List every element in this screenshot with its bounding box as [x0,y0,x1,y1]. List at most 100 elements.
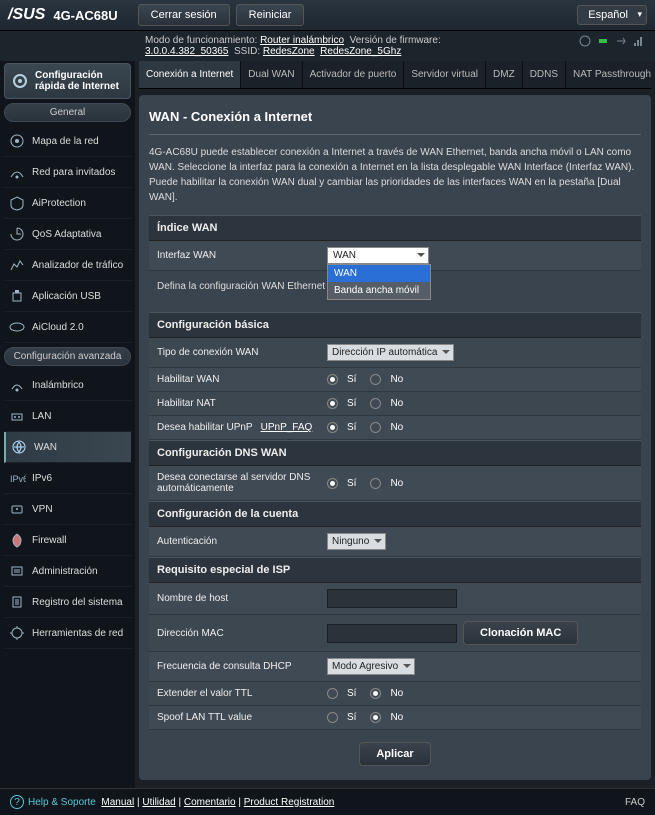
logout-button[interactable]: Cerrar sesión [138,4,230,26]
nav-red-para-invitados[interactable]: Red para invitados [4,157,131,188]
help-label: Help & Soporte [28,797,96,808]
upnp-faq-link[interactable]: UPnP_FAQ [261,422,313,433]
nav-vpn[interactable]: VPN [4,494,131,525]
ttl-extend-no[interactable] [370,688,381,699]
tab-servidor-virtual[interactable]: Servidor virtual [404,61,486,88]
dns-auto-yes[interactable] [327,478,338,489]
page-description: 4G-AC68U puede establecer conexión a Int… [149,145,641,205]
nav-analizador-de-tráfico[interactable]: Analizador de tráfico [4,250,131,281]
section-isp: Requisito especial de ISP [149,557,641,583]
nav-icon [8,624,26,642]
nav-lan[interactable]: LAN [4,401,131,432]
wan-interface-label: Interfaz WAN [157,250,327,261]
footer-link-utilidad[interactable]: Utilidad [142,797,175,808]
dns-auto-no[interactable] [370,478,381,489]
reboot-button[interactable]: Reiniciar [236,4,305,26]
tab-dual-wan[interactable]: Dual WAN [241,61,302,88]
enable-nat-yes[interactable] [327,398,338,409]
section-basic: Configuración básica [149,312,641,338]
footer-link-comentario[interactable]: Comentario [184,797,236,808]
globe-icon[interactable] [579,35,591,45]
tab-ddns[interactable]: DDNS [523,61,566,88]
op-mode-link[interactable]: Router inalámbrico [260,35,344,46]
nav-icon: IPv6 [8,469,26,487]
dhcp-freq-select[interactable]: Modo Agresivo [327,658,415,675]
conn-type-select[interactable]: Dirección IP automática [327,344,454,361]
footer-link-product-registration[interactable]: Product Registration [244,797,335,808]
help-icon[interactable]: ? [10,795,24,809]
ssid2-link[interactable]: RedesZone_5Ghz [320,46,401,57]
wan-interface-dropdown: WAN Banda ancha móvil [327,264,431,300]
enable-nat-label: Habilitar NAT [157,398,327,409]
conn-type-label: Tipo de conexión WAN [157,347,327,358]
enable-upnp-yes[interactable] [327,422,338,433]
nav-herramientas-de-red[interactable]: Herramientas de red [4,618,131,649]
apply-button[interactable]: Aplicar [359,742,430,766]
auth-select[interactable]: Ninguno [327,533,386,550]
enable-wan-yes[interactable] [327,374,338,385]
nav-registro-del-sistema[interactable]: Registro del sistema [4,587,131,618]
content-area: Conexión a InternetDual WANActivador de … [135,61,655,788]
ttl-spoof-label: Spoof LAN TTL value [157,712,327,723]
ttl-spoof-yes[interactable] [327,712,338,723]
nav-icon [8,225,26,243]
nav-icon [8,194,26,212]
page-title: WAN - Conexión a Internet [149,105,641,134]
nav-icon [8,376,26,394]
firmware-link[interactable]: 3.0.0.4.382_50365 [145,46,228,57]
nav-icon [8,163,26,181]
ssid1-link[interactable]: RedesZone [263,46,315,57]
nav-wan[interactable]: WAN [4,432,131,463]
wan-interface-select[interactable]: WAN [327,247,429,264]
tab-nat-passthrough[interactable]: NAT Passthrough [566,61,655,88]
footer-link-manual[interactable]: Manual [101,797,134,808]
quick-setup-button[interactable]: Configuración rápida de Internet [4,63,131,99]
nav-inalámbrico[interactable]: Inalámbrico [4,370,131,401]
enable-wan-no[interactable] [370,374,381,385]
enable-upnp-no[interactable] [370,422,381,433]
enable-upnp-label: Desea habilitar UPnPUPnP_FAQ [157,422,327,433]
nav-icon [8,407,26,425]
host-label: Nombre de host [157,593,327,604]
nav-qos-adaptativa[interactable]: QoS Adaptativa [4,219,131,250]
gear-icon [11,72,29,90]
faq-link[interactable]: FAQ [625,797,645,808]
usb-icon[interactable] [615,35,627,45]
nav-mapa-de-la-red[interactable]: Mapa de la red [4,126,131,157]
main-panel: WAN - Conexión a Internet 4G-AC68U puede… [139,95,651,780]
link-icon[interactable] [597,35,609,45]
ttl-extend-yes[interactable] [327,688,338,699]
nav-aiprotection[interactable]: AiProtection [4,188,131,219]
nav-icon [8,287,26,305]
tab-activador-de-puerto[interactable]: Activador de puerto [303,61,405,88]
top-bar: /SUS 4G-AC68U Cerrar sesión Reiniciar Es… [0,0,655,31]
section-account: Configuración de la cuenta [149,501,641,527]
status-icons [579,35,645,45]
dhcp-freq-label: Frecuencia de consulta DHCP [157,661,327,672]
wan-option-mobile[interactable]: Banda ancha móvil [328,282,430,299]
wan-option-wan[interactable]: WAN [328,265,430,282]
nav-icon [10,438,28,456]
host-input[interactable] [327,589,457,608]
mac-clone-button[interactable]: Clonación MAC [463,621,578,645]
svg-text:IPv6: IPv6 [10,474,26,484]
tab-dmz[interactable]: DMZ [486,61,523,88]
general-header: General [4,103,131,122]
nav-aplicación-usb[interactable]: Aplicación USB [4,281,131,312]
ttl-spoof-no[interactable] [370,712,381,723]
language-select[interactable]: Español [577,5,647,25]
signal-icon[interactable] [633,35,645,45]
section-wan-index: Índice WAN [149,215,641,241]
section-dns: Configuración DNS WAN [149,440,641,466]
enable-nat-no[interactable] [370,398,381,409]
nav-ipv6[interactable]: IPv6IPv6 [4,463,131,494]
nav-icon [8,531,26,549]
nav-aicloud-2.0[interactable]: AiCloud 2.0 [4,312,131,343]
tab-conexión-a-internet[interactable]: Conexión a Internet [139,61,241,88]
nav-administración[interactable]: Administración [4,556,131,587]
nav-icon [8,500,26,518]
advanced-header: Configuración avanzada [4,347,131,366]
nav-firewall[interactable]: Firewall [4,525,131,556]
auth-label: Autenticación [157,536,327,547]
mac-input[interactable] [327,624,457,643]
